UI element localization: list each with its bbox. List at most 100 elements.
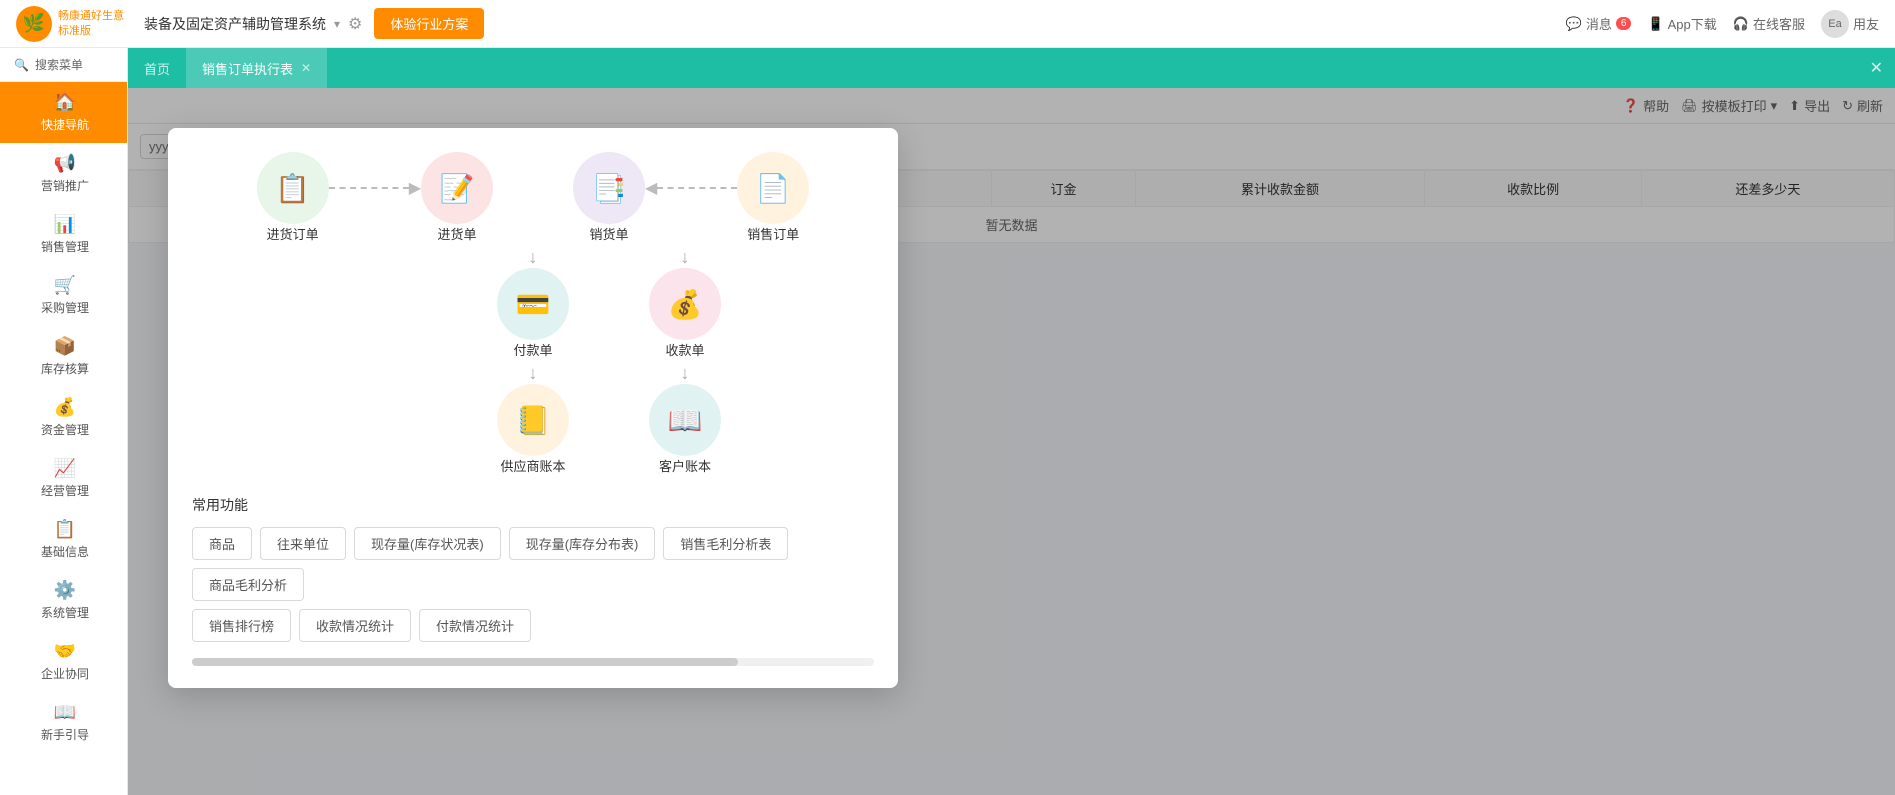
- func-btn-partners[interactable]: 往来单位: [260, 527, 346, 560]
- common-functions-title: 常用功能: [192, 495, 874, 515]
- modal-scrollbar-track: [192, 658, 874, 666]
- purchase-bill-label: 进货单: [437, 224, 476, 243]
- flow-node-supplier-account: 📒 供应商账本: [497, 384, 569, 475]
- purchase-order-label: 进货订单: [267, 224, 319, 243]
- dropdown-icon[interactable]: ▾: [334, 17, 340, 31]
- func-btn-payment-stat[interactable]: 付款情况统计: [419, 609, 531, 642]
- sidebar-item-purchase[interactable]: 🛒 采购管理: [0, 265, 127, 326]
- receipt-bill-circle: 💰: [649, 268, 721, 340]
- operations-icon: 📈: [54, 458, 76, 479]
- flow-node-customer-account: 📖 客户账本: [649, 384, 721, 475]
- sidebar-item-guide[interactable]: 📖 新手引导: [0, 692, 127, 753]
- purchase-bill-circle: 📝: [421, 152, 493, 224]
- row3: 📒 供应商账本 📖 客户账本: [192, 384, 874, 475]
- tab-sales-order[interactable]: 销售订单执行表 ✕: [186, 48, 327, 88]
- inventory-icon: 📦: [54, 336, 76, 357]
- func-btn-goods-margin[interactable]: 商品毛利分析: [192, 568, 304, 601]
- func-btn-sales-rank[interactable]: 销售排行榜: [192, 609, 291, 642]
- function-buttons: 商品 往来单位 现存量(库存状况表) 现存量(库存分布表) 销售毛利分析表 商品…: [192, 527, 874, 601]
- flow-node-receipt-bill: 💰 收款单: [649, 268, 721, 359]
- logo-area: 🌿 畅康通好生意 标准版: [16, 6, 144, 42]
- collab-icon: 🤝: [54, 641, 76, 662]
- customer-account-label: 客户账本: [659, 456, 711, 475]
- top-bar: 🌿 畅康通好生意 标准版 装备及固定资产辅助管理系统 ▾ ⚙ 体验行业方案 💬 …: [0, 0, 1895, 48]
- sales-icon: 📊: [54, 214, 76, 235]
- common-functions: 常用功能 商品 往来单位 现存量(库存状况表) 现存量(库存分布表) 销售毛利分…: [192, 495, 874, 642]
- top-right: 💬 消息 6 📱 App下载 🎧 在线客服 Ea 用友: [1566, 10, 1879, 38]
- tab-end-button[interactable]: ✕: [1870, 58, 1883, 78]
- sidebar-search[interactable]: 🔍 搜索菜单: [0, 48, 127, 82]
- row2-gap2: [569, 363, 649, 384]
- sidebar-item-marketing[interactable]: 📢 营销推广: [0, 143, 127, 204]
- arrows-down-row2: ↓ ↓: [192, 363, 874, 384]
- main-area: 🔍 搜索菜单 🏠 快捷导航 📢 营销推广 📊 销售管理 🛒 采购管理 📦: [0, 48, 1895, 795]
- flow-node-sales-bill: 📑 销货单: [573, 152, 645, 243]
- sidebar-item-sales[interactable]: 📊 销售管理: [0, 204, 127, 265]
- sidebar-item-operations[interactable]: 📈 经营管理: [0, 448, 127, 509]
- sidebar: 🔍 搜索菜单 🏠 快捷导航 📢 营销推广 📊 销售管理 🛒 采购管理 📦: [0, 48, 128, 795]
- arrow-right-1: ▶: [409, 178, 421, 198]
- sales-order-circle: 📄: [737, 152, 809, 224]
- flow-node-sales-order: 📄 销售订单: [737, 152, 809, 243]
- purchase-icon: 🛒: [54, 275, 76, 296]
- modal-scrollbar-thumb[interactable]: [192, 658, 738, 666]
- arrow-left-1: ◀: [645, 178, 657, 198]
- trial-button[interactable]: 体验行业方案: [374, 8, 484, 39]
- sales-order-label: 销售订单: [747, 224, 799, 243]
- down-arrow-receipt: ↓: [649, 363, 721, 384]
- arrow-purchase-order-to-bill: [329, 187, 409, 189]
- system-title-area: 装备及固定资产辅助管理系统 ▾ ⚙ 体验行业方案: [144, 8, 1566, 39]
- gap-1: [569, 247, 649, 268]
- tab-home[interactable]: 首页: [128, 48, 186, 88]
- sales-bill-circle: 📑: [573, 152, 645, 224]
- logo-icon: 🌿: [16, 6, 52, 42]
- app-download-item[interactable]: 📱 App下载: [1647, 14, 1716, 33]
- sidebar-item-inventory[interactable]: 📦 库存核算: [0, 326, 127, 387]
- func-btn-sales-margin[interactable]: 销售毛利分析表: [663, 527, 788, 560]
- down-arrow-sales: ↓: [649, 247, 721, 268]
- func-btn-stock-status[interactable]: 现存量(库存状况表): [354, 527, 501, 560]
- message-item[interactable]: 💬 消息 6: [1566, 14, 1632, 33]
- marketing-icon: 📢: [54, 153, 76, 174]
- arrows-down-row1: ↓ ↓: [192, 247, 874, 268]
- sidebar-item-collab[interactable]: 🤝 企业协同: [0, 631, 127, 692]
- mobile-icon: 📱: [1647, 16, 1663, 32]
- modal: 📋 进货订单 ▶ 📝: [168, 128, 898, 688]
- payment-bill-circle: 💳: [497, 268, 569, 340]
- supplier-account-circle: 📒: [497, 384, 569, 456]
- func-btn-receipt-stat[interactable]: 收款情况统计: [299, 609, 411, 642]
- content-area: 首页 销售订单执行表 ✕ ✕ ❓ 帮助: [128, 48, 1895, 795]
- basic-info-icon: 📋: [54, 519, 76, 540]
- modal-overlay[interactable]: 📋 进货订单 ▶ 📝: [128, 88, 1895, 795]
- func-btn-stock-dist[interactable]: 现存量(库存分布表): [509, 527, 656, 560]
- home-icon: 🏠: [54, 92, 76, 113]
- flow-node-purchase-bill: 📝 进货单: [421, 152, 493, 243]
- flow-diagram: 📋 进货订单 ▶ 📝: [192, 152, 874, 475]
- purchase-order-circle: 📋: [257, 152, 329, 224]
- search-icon: 🔍: [14, 58, 29, 72]
- message-icon: 💬: [1566, 16, 1582, 32]
- down-arrow-purchase: ↓: [497, 247, 569, 268]
- sidebar-item-finance[interactable]: 💰 资金管理: [0, 387, 127, 448]
- user-item[interactable]: Ea 用友: [1821, 10, 1879, 38]
- logo-text: 畅康通好生意 标准版: [58, 9, 124, 38]
- sidebar-item-quick-nav[interactable]: 🏠 快捷导航: [0, 82, 127, 143]
- customer-account-circle: 📖: [649, 384, 721, 456]
- app-container: 🌿 畅康通好生意 标准版 装备及固定资产辅助管理系统 ▾ ⚙ 体验行业方案 💬 …: [0, 0, 1895, 795]
- func-btn-goods[interactable]: 商品: [192, 527, 252, 560]
- settings-icon[interactable]: ⚙: [348, 14, 362, 34]
- tab-content: ❓ 帮助 🖨 按模板打印 ▾ ⬆ 导出 ↻: [128, 88, 1895, 795]
- system-title: 装备及固定资产辅助管理系统: [144, 14, 326, 34]
- supplier-account-label: 供应商账本: [500, 456, 565, 475]
- sidebar-item-system[interactable]: ⚙️ 系统管理: [0, 570, 127, 631]
- payment-bill-label: 付款单: [513, 340, 552, 359]
- function-buttons-row2: 销售排行榜 收款情况统计 付款情况统计: [192, 609, 874, 642]
- down-arrow-payment: ↓: [497, 363, 569, 384]
- flow-node-payment-bill: 💳 付款单: [497, 268, 569, 359]
- sales-bill-label: 销货单: [589, 224, 628, 243]
- sidebar-item-basic-info[interactable]: 📋 基础信息: [0, 509, 127, 570]
- receipt-bill-label: 收款单: [665, 340, 704, 359]
- guide-icon: 📖: [54, 702, 76, 723]
- tab-close-icon[interactable]: ✕: [301, 61, 311, 75]
- online-service-item[interactable]: 🎧 在线客服: [1733, 14, 1805, 33]
